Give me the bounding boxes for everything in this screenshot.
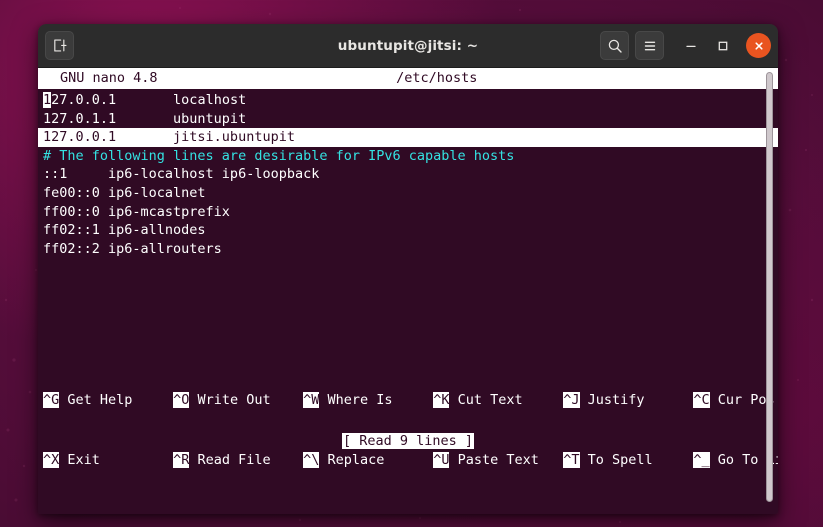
shortcut-label[interactable]: Exit [59,452,100,468]
editor-line-text: ff00::0 ip6-mcastprefix [43,203,230,220]
shortcut-spacer [271,452,304,468]
editor-line-text: 27.0.0.1 localhost [51,92,247,108]
shortcut-key[interactable]: ^J [563,392,580,408]
terminal-scrollbar[interactable] [763,68,776,514]
minimize-icon [686,45,696,47]
shortcut-key[interactable]: ^X [43,452,60,468]
shortcut-spacer [393,392,434,408]
shortcut-label[interactable]: Read File [189,452,270,468]
editor-line-text: ::1 ip6-localhost ip6-loopback [43,166,320,183]
shortcut-label[interactable]: To Spell [580,452,653,468]
shortcut-label[interactable]: Paste Text [449,452,539,468]
shortcut-spacer [523,392,564,408]
shortcut-spacer [645,392,694,408]
shortcut-key[interactable]: ^O [173,392,190,408]
shortcut-label[interactable]: Write Out [189,392,270,408]
shortcut-key[interactable]: ^U [433,452,450,468]
shortcut-key[interactable]: ^T [563,452,580,468]
editor-line-text: ff02::1 ip6-allnodes [43,222,206,239]
shortcut-key[interactable]: ^G [43,392,60,408]
minimize-button[interactable] [678,33,704,59]
editor-line[interactable]: 127.0.0.1 jitsi.ubuntupit [38,128,778,147]
editor-line-text: # The following lines are desirable for … [43,147,515,164]
maximize-icon [718,41,728,50]
nano-shortcut-row-1: ^G Get Help ^O Write Out ^W Where Is ^K … [43,390,778,410]
scrollbar-thumb[interactable] [766,72,773,502]
nano-title-bar: GNU nano 4.8 /etc/hosts [38,68,778,89]
editor-line[interactable]: ::1 ip6-localhost ip6-loopback [38,165,778,184]
shortcut-spacer [653,452,694,468]
shortcut-label[interactable]: Where Is [319,392,393,408]
terminal-content[interactable]: GNU nano 4.8 /etc/hosts 127.0.0.1 localh… [38,68,778,514]
shortcut-key[interactable]: ^_ [693,452,710,468]
search-icon [608,39,622,53]
maximize-button[interactable] [710,33,736,59]
editor-line[interactable]: ff02::1 ip6-allnodes [38,221,778,240]
new-tab-icon [54,39,67,52]
shortcut-key[interactable]: ^\ [303,452,320,468]
nano-shortcut-bar[interactable]: ^G Get Help ^O Write Out ^W Where Is ^K … [38,350,778,510]
menu-button[interactable] [635,31,664,60]
desktop-background: ubuntupit@jitsi: ~ GNU nano 4.8 /etc/hos… [0,0,823,527]
editor-line-text: 127.0.1.1 ubuntupit [43,110,247,127]
terminal-window[interactable]: ubuntupit@jitsi: ~ GNU nano 4.8 /etc/hos… [38,24,778,514]
shortcut-spacer [132,392,173,408]
shortcut-spacer [271,392,304,408]
window-controls [600,31,771,60]
shortcut-key[interactable]: ^C [693,392,710,408]
shortcut-key[interactable]: ^W [303,392,320,408]
editor-line[interactable]: 127.0.1.1 ubuntupit [38,110,778,129]
editor-line[interactable]: ff02::2 ip6-allrouters [38,240,778,259]
window-title-bar[interactable]: ubuntupit@jitsi: ~ [38,24,778,68]
nano-filename-label: /etc/hosts [396,70,478,86]
editor-line[interactable]: 127.0.0.1 localhost [38,91,778,110]
shortcut-label[interactable]: Cut Text [449,392,523,408]
nano-version-label: GNU nano 4.8 [60,70,158,86]
shortcut-spacer [539,452,563,468]
shortcut-label[interactable]: Justify [580,392,645,408]
nano-editor-area[interactable]: 127.0.0.1 localhost 127.0.1.1 ubuntupit 12… [38,89,778,258]
cursor-cell: 1 [43,92,52,108]
editor-line[interactable]: ff00::0 ip6-mcastprefix [38,203,778,222]
editor-line-text: ff02::2 ip6-allrouters [43,240,222,257]
editor-line-text: 127.0.0.1 jitsi.ubuntupit [43,129,295,146]
nano-shortcut-row-2: ^X Exit ^R Read File ^\ Replace ^U Paste… [43,450,778,470]
shortcut-spacer [384,452,433,468]
editor-line[interactable]: # The following lines are desirable for … [38,147,778,166]
close-button[interactable] [746,33,771,58]
shortcut-spacer [100,452,173,468]
shortcut-key[interactable]: ^R [173,452,190,468]
hamburger-menu-icon [644,41,655,50]
search-button[interactable] [600,31,629,60]
editor-line[interactable]: fe00::0 ip6-localnet [38,184,778,203]
close-icon [754,41,763,50]
shortcut-label[interactable]: Get Help [59,392,132,408]
new-tab-button[interactable] [45,31,74,60]
shortcut-label[interactable]: Replace [319,452,385,468]
shortcut-key[interactable]: ^K [433,392,450,408]
editor-line-text: fe00::0 ip6-localnet [43,184,206,201]
